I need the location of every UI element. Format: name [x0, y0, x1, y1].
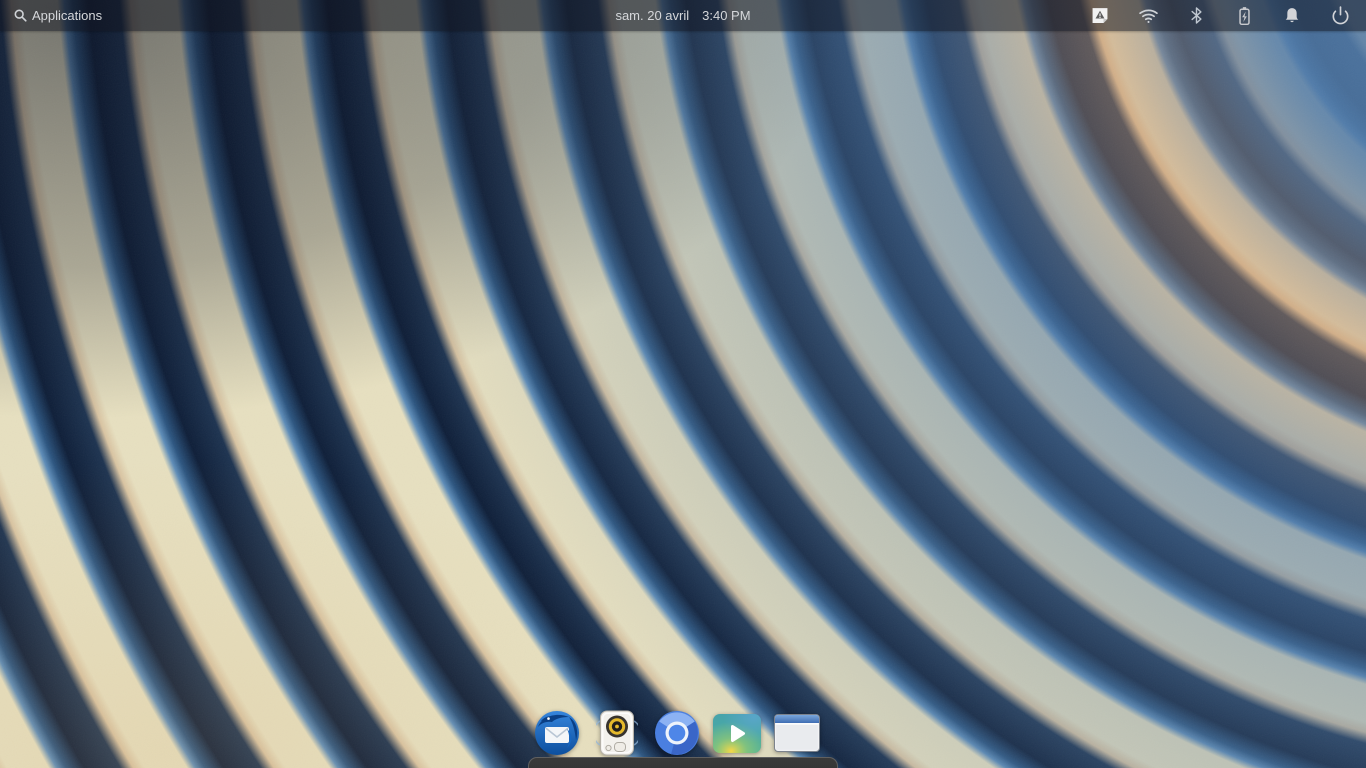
- desktop-wallpaper: Applications sam. 20 avril 3:40 PM: [0, 0, 1366, 768]
- top-bar: Applications sam. 20 avril 3:40 PM: [0, 0, 1366, 31]
- system-tray: [1064, 0, 1366, 31]
- clock-calendar-button[interactable]: sam. 20 avril 3:40 PM: [615, 0, 750, 31]
- dock-item-video-player[interactable]: [713, 709, 761, 757]
- bottom-popup-cutoff: [528, 757, 838, 768]
- clock-date: sam. 20 avril: [615, 8, 690, 23]
- wallpaper-grain: [0, 0, 1366, 768]
- bluetooth-icon: [1187, 5, 1206, 26]
- speaker-audio-player-icon: [596, 709, 638, 757]
- file-manager-window-icon: [774, 714, 820, 752]
- search-icon: [13, 8, 28, 23]
- battery-charging-tray-button[interactable]: [1232, 0, 1256, 31]
- power-icon: [1330, 5, 1351, 26]
- video-player-icon: [713, 713, 761, 753]
- chromium-browser-icon: [653, 709, 701, 757]
- dock-item-file-manager[interactable]: [773, 709, 821, 757]
- dock-item-thunderbird[interactable]: [533, 709, 581, 757]
- bluetooth-tray-button[interactable]: [1184, 0, 1208, 31]
- applications-menu-button[interactable]: Applications: [0, 0, 114, 31]
- alert-note-tray-button[interactable]: [1088, 0, 1112, 31]
- power-tray-button[interactable]: [1328, 0, 1352, 31]
- wifi-tray-button[interactable]: [1136, 0, 1160, 31]
- clock-time: 3:40 PM: [702, 8, 751, 23]
- notifications-tray-button[interactable]: [1280, 0, 1304, 31]
- alert-note-icon: [1089, 5, 1111, 26]
- dock-item-chromium[interactable]: [653, 709, 701, 757]
- wifi-icon: [1138, 5, 1159, 26]
- applications-menu-label: Applications: [32, 8, 103, 23]
- dock-favorites: [533, 709, 821, 757]
- thunderbird-mail-icon: [533, 709, 581, 757]
- dock-item-audio-player[interactable]: [593, 709, 641, 757]
- bell-icon: [1282, 5, 1302, 26]
- battery-charging-icon: [1234, 5, 1255, 27]
